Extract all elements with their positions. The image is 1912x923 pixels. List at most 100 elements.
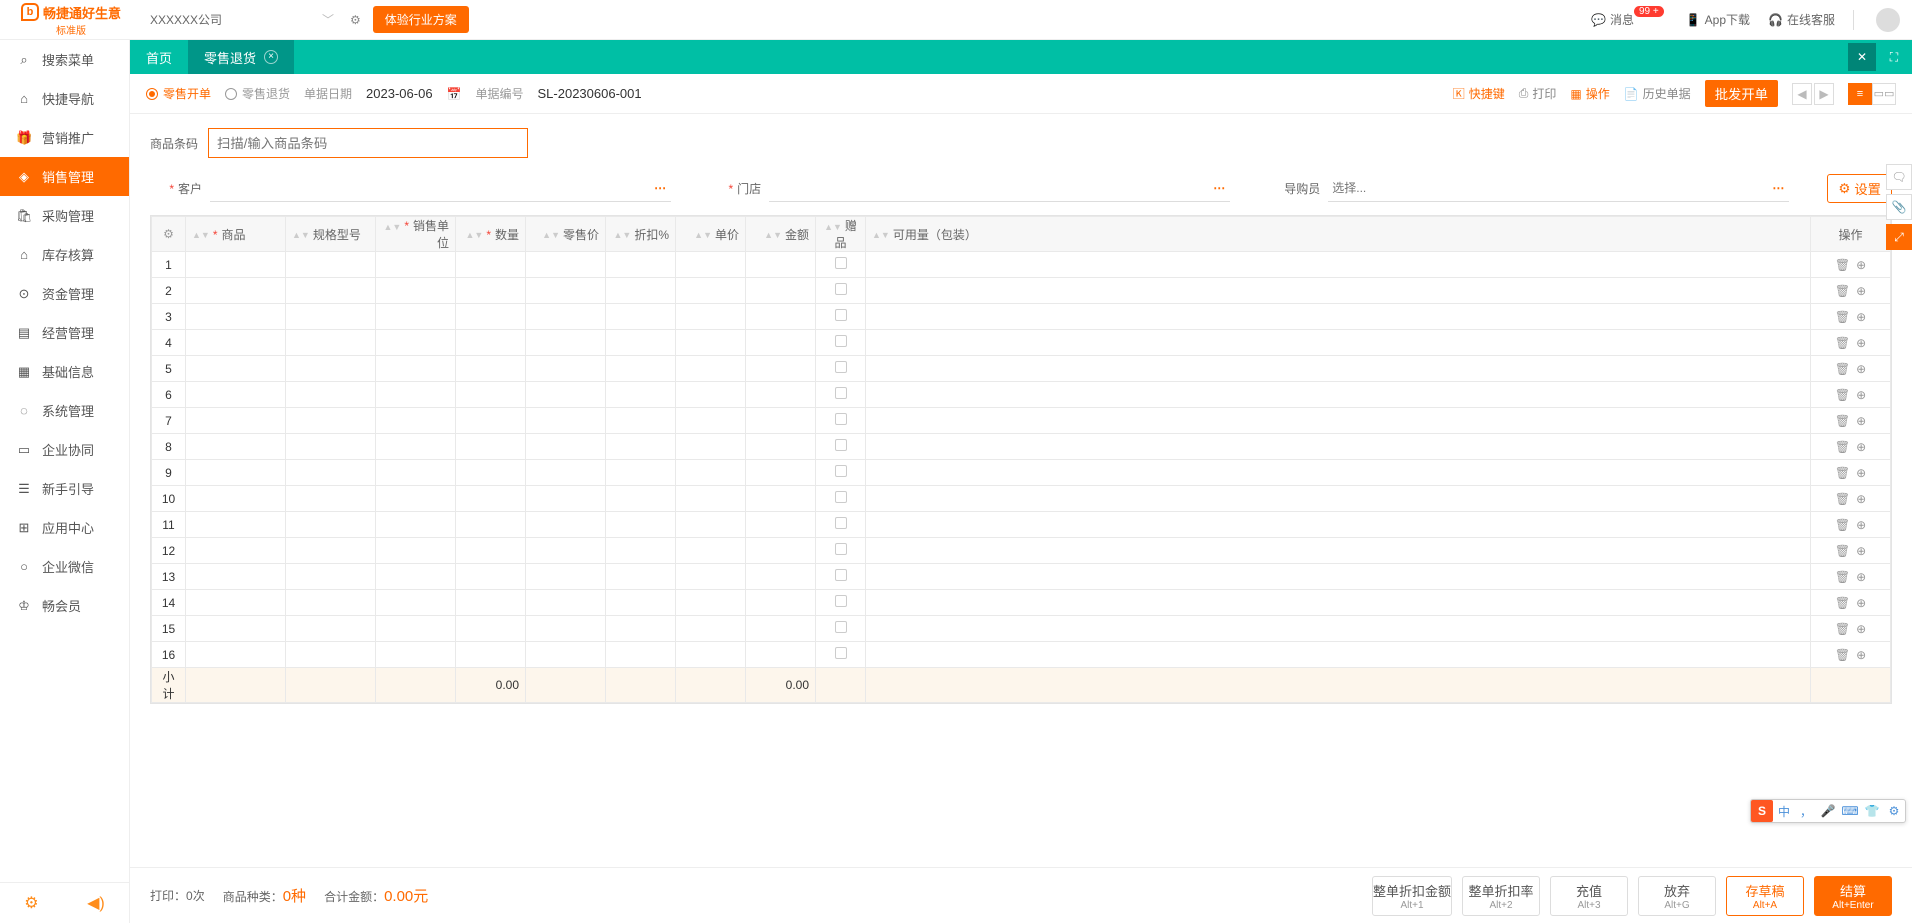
sidebar-item-9[interactable]: ◌系统管理: [0, 391, 129, 430]
add-icon[interactable]: ⊕: [1856, 518, 1866, 532]
tab-close-all-icon[interactable]: ✕: [1848, 43, 1876, 71]
sidebar-item-4[interactable]: 🛍采购管理: [0, 196, 129, 235]
close-icon[interactable]: ×: [264, 50, 278, 64]
guide-field[interactable]: ⋯: [1328, 175, 1789, 202]
gift-checkbox[interactable]: [835, 595, 847, 607]
add-icon[interactable]: ⊕: [1856, 362, 1866, 376]
abandon-button[interactable]: 放弃Alt+G: [1638, 876, 1716, 916]
store-input[interactable]: [773, 177, 1213, 199]
add-icon[interactable]: ⊕: [1856, 544, 1866, 558]
add-icon[interactable]: ⊕: [1856, 466, 1866, 480]
recharge-button[interactable]: 充值Alt+3: [1550, 876, 1628, 916]
add-icon[interactable]: ⊕: [1856, 284, 1866, 298]
gift-checkbox[interactable]: [835, 335, 847, 347]
ime-keyboard-icon[interactable]: ⌨: [1839, 804, 1861, 818]
ime-skin-icon[interactable]: 👕: [1861, 804, 1883, 818]
th-product[interactable]: ▲▼*商品: [186, 217, 286, 252]
gift-checkbox[interactable]: [835, 283, 847, 295]
service-link[interactable]: 🎧在线客服: [1768, 11, 1835, 28]
th-gift[interactable]: ▲▼赠品: [816, 217, 866, 252]
save-draft-button[interactable]: 存草稿Alt+A: [1726, 876, 1804, 916]
discount-rate-button[interactable]: 整单折扣率Alt+2: [1462, 876, 1540, 916]
tab-home[interactable]: 首页: [130, 40, 188, 74]
sidebar-item-1[interactable]: ⌂快捷导航: [0, 79, 129, 118]
company-select[interactable]: XXXXXX公司 ﹀: [142, 7, 342, 33]
sidebar-item-10[interactable]: ▭企业协同: [0, 430, 129, 469]
add-icon[interactable]: ⊕: [1856, 310, 1866, 324]
next-button[interactable]: ▶: [1814, 83, 1834, 105]
gift-checkbox[interactable]: [835, 517, 847, 529]
sidebar-item-7[interactable]: ▤经营管理: [0, 313, 129, 352]
sidebar-item-0[interactable]: ⌕搜索菜单: [0, 40, 129, 79]
table-row[interactable]: 9🗑⊕: [152, 460, 1891, 486]
shortcut-link[interactable]: 🄺快捷键: [1453, 85, 1505, 102]
messages-link[interactable]: 💬消息99 +: [1591, 11, 1668, 28]
setting-button[interactable]: ⚙设置: [1827, 174, 1892, 203]
th-price[interactable]: ▲▼零售价: [526, 217, 606, 252]
gear-icon[interactable]: ⚙: [24, 893, 38, 913]
sidebar-item-8[interactable]: ▦基础信息: [0, 352, 129, 391]
table-row[interactable]: 10🗑⊕: [152, 486, 1891, 512]
th-discount[interactable]: ▲▼折扣%: [606, 217, 676, 252]
sidebar-item-12[interactable]: ⊞应用中心: [0, 508, 129, 547]
table-row[interactable]: 8🗑⊕: [152, 434, 1891, 460]
delete-icon[interactable]: 🗑: [1835, 414, 1850, 428]
barcode-input[interactable]: [208, 128, 528, 158]
table-row[interactable]: 6🗑⊕: [152, 382, 1891, 408]
experience-button[interactable]: 体验行业方案: [373, 6, 469, 33]
add-icon[interactable]: ⊕: [1856, 492, 1866, 506]
print-link[interactable]: ⎙打印: [1519, 85, 1557, 102]
add-icon[interactable]: ⊕: [1856, 570, 1866, 584]
prev-button[interactable]: ◀: [1792, 83, 1812, 105]
history-link[interactable]: 📄历史单据: [1624, 85, 1691, 102]
tab-retail-return[interactable]: 零售退货 ×: [188, 40, 294, 74]
delete-icon[interactable]: 🗑: [1835, 258, 1850, 272]
settle-button[interactable]: 结算Alt+Enter: [1814, 876, 1892, 916]
table-row[interactable]: 1🗑⊕: [152, 252, 1891, 278]
table-row[interactable]: 13🗑⊕: [152, 564, 1891, 590]
add-icon[interactable]: ⊕: [1856, 648, 1866, 662]
ime-mic-icon[interactable]: 🎤: [1817, 804, 1839, 818]
sidebar-item-3[interactable]: ◈销售管理: [0, 157, 129, 196]
gift-checkbox[interactable]: [835, 543, 847, 555]
delete-icon[interactable]: 🗑: [1835, 622, 1850, 636]
table-row[interactable]: 11🗑⊕: [152, 512, 1891, 538]
table-row[interactable]: 5🗑⊕: [152, 356, 1891, 382]
sidebar-item-13[interactable]: ○企业微信: [0, 547, 129, 586]
delete-icon[interactable]: 🗑: [1835, 362, 1850, 376]
download-link[interactable]: 📱App下载: [1686, 11, 1750, 28]
sidebar-item-11[interactable]: ☰新手引导: [0, 469, 129, 508]
gift-checkbox[interactable]: [835, 387, 847, 399]
radio-retail-return[interactable]: 零售退货: [225, 85, 290, 102]
store-field[interactable]: ⋯: [769, 175, 1230, 202]
add-icon[interactable]: ⊕: [1856, 596, 1866, 610]
date-value[interactable]: 2023-06-06: [366, 86, 433, 101]
gift-checkbox[interactable]: [835, 465, 847, 477]
ime-punct[interactable]: ，: [1795, 803, 1817, 820]
add-icon[interactable]: ⊕: [1856, 622, 1866, 636]
sidebar-item-2[interactable]: 🎁营销推广: [0, 118, 129, 157]
add-icon[interactable]: ⊕: [1856, 336, 1866, 350]
gift-checkbox[interactable]: [835, 647, 847, 659]
ops-link[interactable]: ▦操作: [1570, 85, 1609, 102]
table-row[interactable]: 2🗑⊕: [152, 278, 1891, 304]
add-icon[interactable]: ⊕: [1856, 414, 1866, 428]
discount-amount-button[interactable]: 整单折扣金额Alt+1: [1372, 876, 1452, 916]
gift-checkbox[interactable]: [835, 257, 847, 269]
delete-icon[interactable]: 🗑: [1835, 596, 1850, 610]
delete-icon[interactable]: 🗑: [1835, 648, 1850, 662]
delete-icon[interactable]: 🗑: [1835, 336, 1850, 350]
table-row[interactable]: 4🗑⊕: [152, 330, 1891, 356]
ellipsis-icon[interactable]: ⋯: [1772, 181, 1785, 195]
ime-lang[interactable]: 中: [1773, 803, 1795, 820]
gift-checkbox[interactable]: [835, 309, 847, 321]
gift-checkbox[interactable]: [835, 491, 847, 503]
gear-icon[interactable]: ⚙: [350, 13, 361, 27]
th-amount[interactable]: ▲▼金额: [746, 217, 816, 252]
radio-retail-order[interactable]: 零售开单: [146, 85, 211, 102]
gift-checkbox[interactable]: [835, 621, 847, 633]
guide-input[interactable]: [1332, 177, 1772, 199]
rail-expand-icon[interactable]: ⤢: [1886, 224, 1912, 250]
delete-icon[interactable]: 🗑: [1835, 466, 1850, 480]
table-row[interactable]: 16🗑⊕: [152, 642, 1891, 668]
